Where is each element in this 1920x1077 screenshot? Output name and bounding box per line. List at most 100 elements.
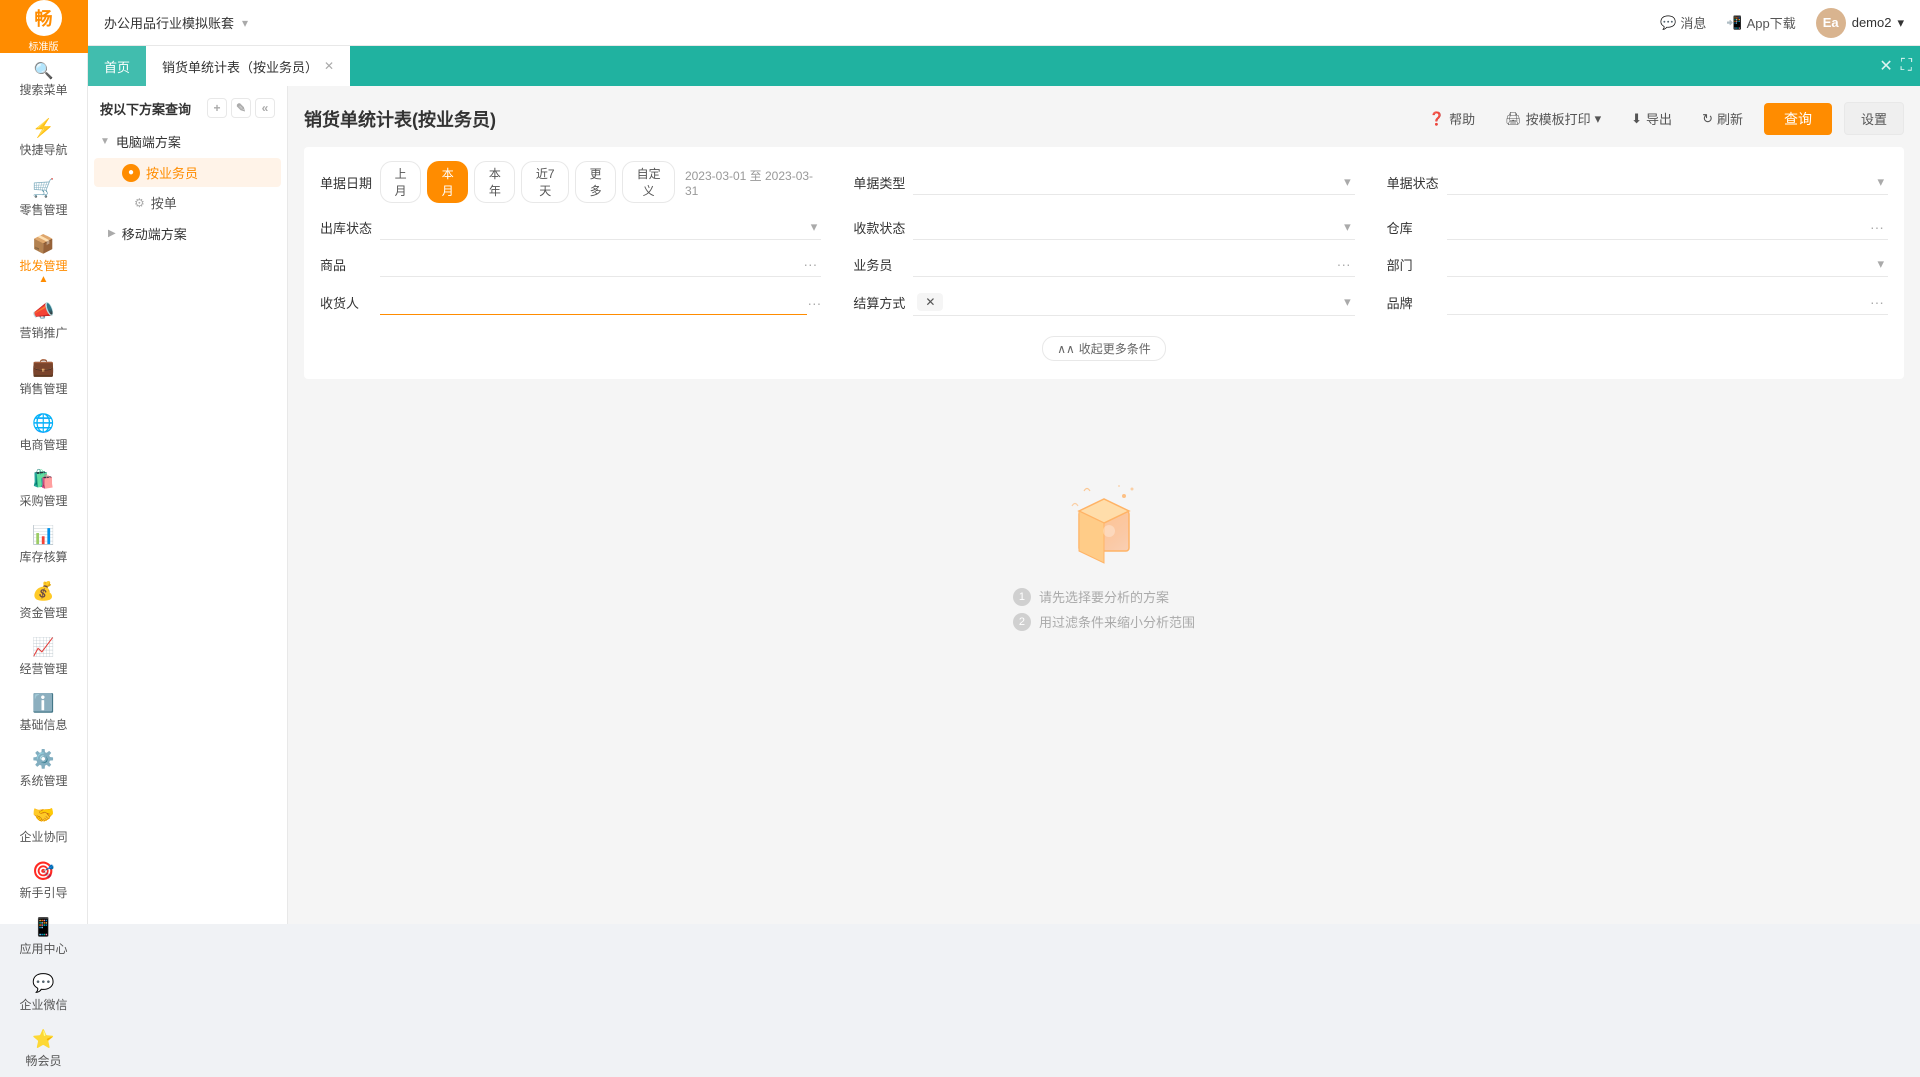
query-btn[interactable]: 查询	[1764, 103, 1832, 135]
collapse-btn[interactable]: ∧∧ 收起更多条件	[1042, 336, 1166, 361]
operations-icon: 📈	[32, 637, 54, 658]
sidebar-item-corp[interactable]: 🤝 企业协同	[0, 797, 87, 853]
sidebar-item-base[interactable]: ℹ️ 基础信息	[0, 685, 87, 741]
brand-select[interactable]: ···	[1447, 290, 1888, 315]
salesman-label: 业务员	[853, 255, 909, 274]
goods-filter-item: 商品 ···	[320, 252, 821, 277]
out-status-filter-item: 出库状态 ▾	[320, 215, 821, 240]
receipt-status-label: 收款状态	[853, 218, 909, 237]
sidebar-item-purchase[interactable]: 🛍️ 采购管理	[0, 461, 87, 517]
page-actions: ❓ 帮助 🖨 按模板打印 ▾ ⬇ 导出 ↻ 刷新	[1420, 102, 1904, 135]
pc-schemes-group[interactable]: ▼ 电脑端方案	[88, 126, 287, 157]
date-this-month-btn[interactable]: 本月	[427, 161, 468, 203]
dept-select[interactable]: ▾	[1447, 252, 1888, 277]
tab-close-all-icon[interactable]: ✕	[1879, 56, 1892, 76]
member-icon: ⭐	[32, 1029, 54, 1050]
tab-home[interactable]: 首页	[88, 46, 146, 86]
print-icon: 🖨	[1505, 111, 1522, 127]
apps-icon: 📱	[32, 917, 54, 938]
sidebar-item-apps[interactable]: 📱 应用中心	[0, 909, 87, 965]
quicknav-icon: ⚡	[32, 118, 54, 139]
date-last-month-btn[interactable]: 上月	[380, 161, 421, 203]
goods-more-icon[interactable]: ···	[803, 256, 817, 272]
mobile-schemes-group[interactable]: ▶ 移动端方案	[88, 218, 287, 249]
brand-more-icon[interactable]: ···	[1870, 294, 1884, 310]
hint-num-1: 1	[1013, 588, 1031, 606]
dept-filter-item: 部门 ▾	[1387, 252, 1888, 277]
left-panel: 按以下方案查询 + ✎ « ▼ 电脑端方案 ● 按业务员 ⚙ 按单 ▶	[88, 86, 288, 924]
mobile-group-arrow: ▶	[108, 228, 116, 239]
doc-status-select[interactable]: ▾	[1447, 170, 1888, 195]
help-icon: ❓	[1429, 111, 1445, 127]
sidebar-item-member[interactable]: ⭐ 畅会员	[0, 1021, 87, 1077]
warehouse-filter-item: 仓库 ···	[1387, 215, 1888, 240]
help-btn[interactable]: ❓ 帮助	[1420, 104, 1484, 133]
settlement-select[interactable]: ✕ ▾	[913, 289, 1354, 316]
message-btn[interactable]: 💬 消息	[1660, 13, 1706, 32]
scheme-by-salesman[interactable]: ● 按业务员	[94, 158, 281, 187]
sidebar-item-operations[interactable]: 📈 经营管理	[0, 629, 87, 685]
account-dropdown[interactable]: ▾	[242, 16, 248, 30]
edit-scheme-btn[interactable]: ✎	[231, 98, 251, 118]
sub-node-icon: ⚙	[134, 196, 145, 210]
receipt-status-filter-item: 收款状态 ▾	[853, 215, 1354, 240]
user-dropdown-icon: ▾	[1897, 15, 1904, 31]
date-range-text: 2023-03-01 至 2023-03-31	[685, 167, 821, 198]
export-btn[interactable]: ⬇ 导出	[1622, 104, 1681, 133]
sidebar-quick-nav[interactable]: ⚡ 快捷导航	[0, 110, 87, 166]
salesman-more-icon[interactable]: ···	[1337, 256, 1351, 272]
empty-hints: 1 请先选择要分析的方案 2 用过滤条件来缩小分析范围	[1013, 587, 1195, 631]
tab-sales-stat[interactable]: 销货单统计表（按业务员） ✕	[146, 46, 350, 86]
salesman-select[interactable]: ···	[913, 252, 1354, 277]
tab-close-icon[interactable]: ✕	[324, 59, 334, 73]
sidebar-search[interactable]: 🔍 搜索菜单	[0, 53, 87, 106]
sidebar-item-sales[interactable]: 💼 销售管理	[0, 349, 87, 405]
date-this-year-btn[interactable]: 本年	[474, 161, 515, 203]
page-title-bar: 销货单统计表(按业务员) ❓ 帮助 🖨 按模板打印 ▾ ⬇ 导出	[304, 102, 1904, 135]
empty-hint-2: 2 用过滤条件来缩小分析范围	[1013, 612, 1195, 631]
add-scheme-btn[interactable]: +	[207, 98, 227, 118]
sales-icon: 💼	[32, 357, 54, 378]
right-panel: 销货单统计表(按业务员) ❓ 帮助 🖨 按模板打印 ▾ ⬇ 导出	[288, 86, 1920, 924]
settlement-tag-close[interactable]: ✕	[925, 295, 935, 309]
settings-btn[interactable]: 设置	[1844, 102, 1904, 135]
receiver-more-icon[interactable]: ···	[807, 295, 821, 311]
content-area: 按以下方案查询 + ✎ « ▼ 电脑端方案 ● 按业务员 ⚙ 按单 ▶	[88, 86, 1920, 924]
warehouse-more-icon[interactable]: ···	[1870, 219, 1884, 235]
tab-expand-icon[interactable]: ⛶	[1901, 57, 1912, 75]
left-panel-title: 按以下方案查询	[100, 99, 191, 118]
receipt-status-select[interactable]: ▾	[913, 215, 1354, 240]
filter-row-4: 收货人 ··· 结算方式 ✕ ▾	[320, 289, 1888, 316]
sidebar-item-inventory[interactable]: 📊 库存核算	[0, 517, 87, 573]
goods-select[interactable]: ···	[380, 252, 821, 277]
sidebar-item-ecommerce[interactable]: 🌐 电商管理	[0, 405, 87, 461]
settlement-tag: ✕	[917, 293, 943, 311]
sidebar-item-marketing[interactable]: 📣 营销推广	[0, 293, 87, 349]
print-btn[interactable]: 🖨 按模板打印 ▾	[1496, 104, 1610, 133]
sidebar-item-wechat[interactable]: 💬 企业微信	[0, 965, 87, 1021]
user-avatar: Ea	[1816, 8, 1846, 38]
filter-row-2: 出库状态 ▾ 收款状态 ▾	[320, 215, 1888, 240]
mobile-group-label: 移动端方案	[122, 224, 187, 243]
sidebar-item-retail[interactable]: 🛒 零售管理	[0, 170, 87, 226]
warehouse-select[interactable]: ···	[1447, 215, 1888, 240]
logo-subtext: 标准版	[29, 38, 59, 53]
date-filter: 上月 本月 本年 近7天 更多 自定义 2023-03-01 至 2023-03…	[380, 161, 821, 203]
sidebar-item-system[interactable]: ⚙️ 系统管理	[0, 741, 87, 797]
sidebar-item-newbie[interactable]: 🎯 新手引导	[0, 853, 87, 909]
scheme-by-order[interactable]: ⚙ 按单	[94, 188, 281, 217]
out-status-select[interactable]: ▾	[380, 215, 821, 240]
doc-type-select[interactable]: ▾	[913, 170, 1354, 195]
date-more-btn[interactable]: 更多	[575, 161, 616, 203]
sidebar-item-finance[interactable]: 💰 资金管理	[0, 573, 87, 629]
collapse-panel-btn[interactable]: «	[255, 98, 275, 118]
sidebar-item-wholesale[interactable]: 📦 批发管理 ▲	[0, 226, 87, 293]
user-menu[interactable]: Ea demo2 ▾	[1816, 8, 1904, 38]
marketing-icon: 📣	[32, 301, 54, 322]
receiver-input[interactable]	[380, 291, 807, 315]
export-icon: ⬇	[1631, 111, 1642, 127]
app-download-btn[interactable]: 📲 App下载	[1726, 13, 1795, 32]
refresh-btn[interactable]: ↻ 刷新	[1693, 104, 1752, 133]
date-last7-btn[interactable]: 近7天	[521, 161, 569, 203]
date-custom-btn[interactable]: 自定义	[622, 161, 675, 203]
